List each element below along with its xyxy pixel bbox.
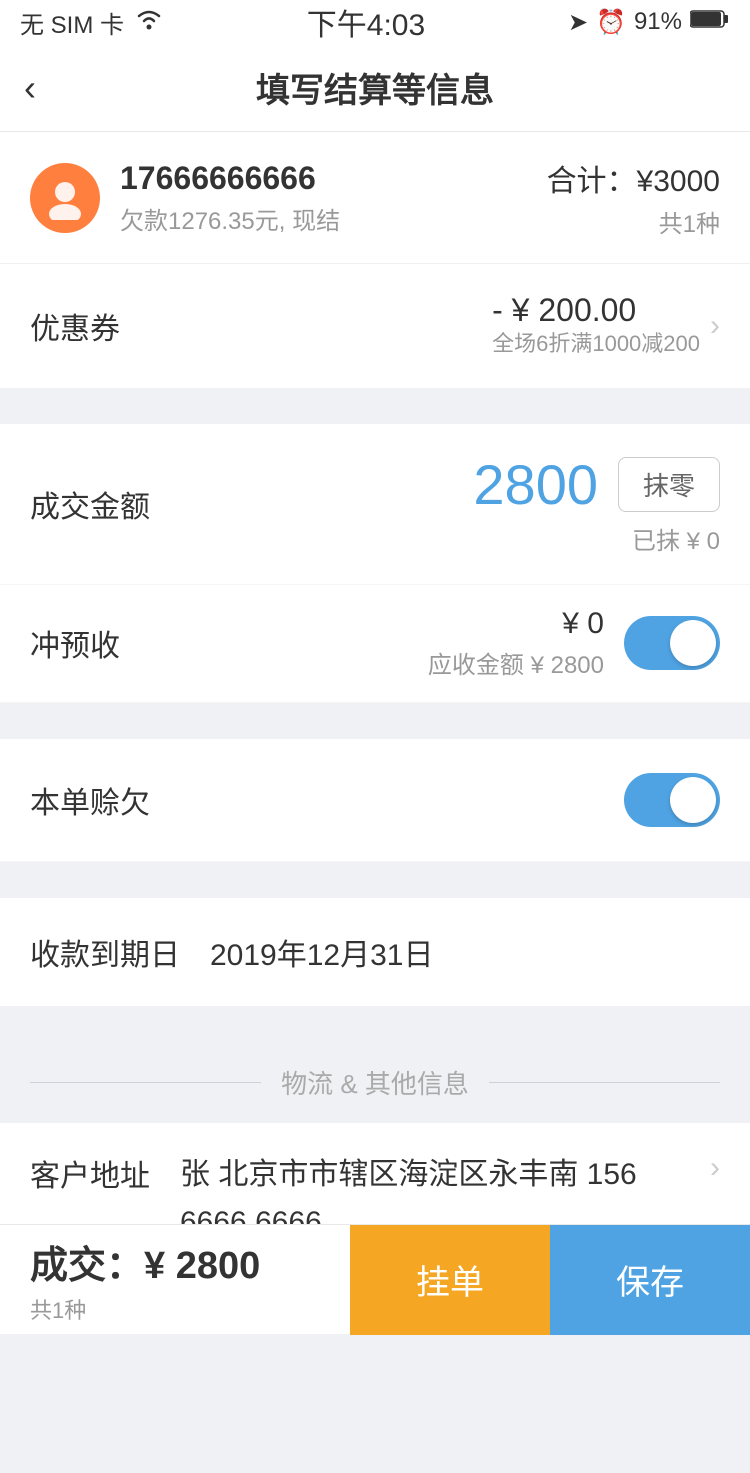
deal-amount-value: 2800 [473, 452, 598, 517]
debt-toggle-knob [670, 777, 716, 823]
debt-toggle[interactable] [624, 773, 720, 827]
zeroed-label: 已抹 ¥ 0 [632, 521, 720, 556]
bottom-amount: 成交：¥ 2800 [30, 1234, 320, 1289]
bottom-summary: 成交：¥ 2800 共1种 [0, 1234, 350, 1325]
due-date-label: 收款到期日 [30, 930, 180, 974]
wifi-icon [134, 8, 164, 37]
page-title: 填写结算等信息 [256, 63, 494, 112]
prereceive-right: ¥ 0 应收金额 ¥ 2800 [428, 607, 720, 680]
prereceive-values: ¥ 0 应收金额 ¥ 2800 [428, 607, 604, 680]
deal-amount-right: 2800 抹零 [473, 452, 720, 517]
alarm-icon: ⏰ [596, 8, 626, 37]
divider-2 [0, 721, 750, 739]
toggle-knob [670, 620, 716, 666]
customer-info: 17666666666 欠款1276.35元, 现结 [120, 160, 340, 236]
battery-icon [690, 8, 730, 36]
debt-section: 本单赊欠 [0, 739, 750, 862]
customer-right: 合计：¥3000 共1种 [547, 156, 720, 239]
due-date-section: 收款到期日 2019年12月31日 [0, 898, 750, 1006]
bottom-bar: 成交：¥ 2800 共1种 挂单 保存 [0, 1224, 750, 1334]
coupon-label: 优惠券 [30, 304, 120, 348]
debt-row: 本单赊欠 [0, 739, 750, 862]
status-right: ➤ ⏰ 91% [568, 8, 730, 37]
customer-phone: 17666666666 [120, 160, 340, 197]
coupon-description: 全场6折满1000减200 [492, 329, 700, 360]
deal-amount-row: 成交金额 2800 抹零 已抹 ¥ 0 [0, 424, 750, 585]
battery-text: 91% [634, 8, 682, 36]
coupon-chevron-icon: › [710, 309, 720, 343]
back-button[interactable]: ‹ [24, 67, 36, 109]
bottom-summary-amount: ¥ 2800 [144, 1245, 260, 1287]
logistics-text: 物流 & 其他信息 [281, 1064, 469, 1101]
prereceive-toggle[interactable] [624, 616, 720, 670]
due-date-row: 收款到期日 2019年12月31日 [0, 898, 750, 1006]
total-count: 共1种 [547, 204, 720, 239]
avatar [30, 163, 100, 233]
divider-3 [0, 880, 750, 898]
signal-text: 无 SIM 卡 [20, 5, 124, 40]
logistics-line-left [30, 1082, 261, 1083]
status-bar: 无 SIM 卡 下午4:03 ➤ ⏰ 91% [0, 0, 750, 44]
nav-bar: ‹ 填写结算等信息 [0, 44, 750, 132]
coupon-discount: - ¥ 200.00 [492, 292, 700, 329]
address-chevron-icon: › [710, 1151, 720, 1185]
bottom-count: 共1种 [30, 1293, 320, 1325]
prereceive-row: 冲预收 ¥ 0 应收金额 ¥ 2800 [0, 585, 750, 703]
coupon-row[interactable]: 优惠券 - ¥ 200.00 全场6折满1000减200 › [0, 263, 750, 388]
prereceive-amount: ¥ 0 [428, 607, 604, 641]
round-zero-button[interactable]: 抹零 [618, 457, 720, 512]
status-left: 无 SIM 卡 [20, 5, 164, 40]
save-button[interactable]: 保存 [550, 1225, 750, 1335]
divider-4 [0, 1024, 750, 1042]
customer-section: 17666666666 欠款1276.35元, 现结 合计：¥3000 共1种 … [0, 132, 750, 388]
customer-sub-info: 欠款1276.35元, 现结 [120, 201, 340, 236]
logistics-divider: 物流 & 其他信息 [0, 1042, 750, 1123]
customer-row: 17666666666 欠款1276.35元, 现结 合计：¥3000 共1种 [0, 132, 750, 263]
prereceive-sub: 应收金额 ¥ 2800 [428, 645, 604, 680]
deal-amount-label: 成交金额 [30, 482, 150, 526]
divider-1 [0, 406, 750, 424]
status-time: 下午4:03 [307, 0, 425, 44]
customer-left: 17666666666 欠款1276.35元, 现结 [30, 160, 340, 236]
hold-order-button[interactable]: 挂单 [350, 1225, 550, 1335]
address-label: 客户地址 [30, 1151, 150, 1195]
bottom-summary-label: 成交： [30, 1245, 144, 1287]
debt-label: 本单赊欠 [30, 778, 150, 822]
location-icon: ➤ [568, 8, 588, 37]
due-date-value: 2019年12月31日 [210, 930, 433, 974]
total-amount: 合计：¥3000 [547, 156, 720, 200]
prereceive-label: 冲预收 [30, 621, 120, 665]
coupon-right: - ¥ 200.00 全场6折满1000减200 › [492, 292, 720, 360]
logistics-line-right [489, 1082, 720, 1083]
deal-amount-section: 成交金额 2800 抹零 已抹 ¥ 0 冲预收 ¥ 0 应收金额 ¥ 2800 [0, 424, 750, 703]
